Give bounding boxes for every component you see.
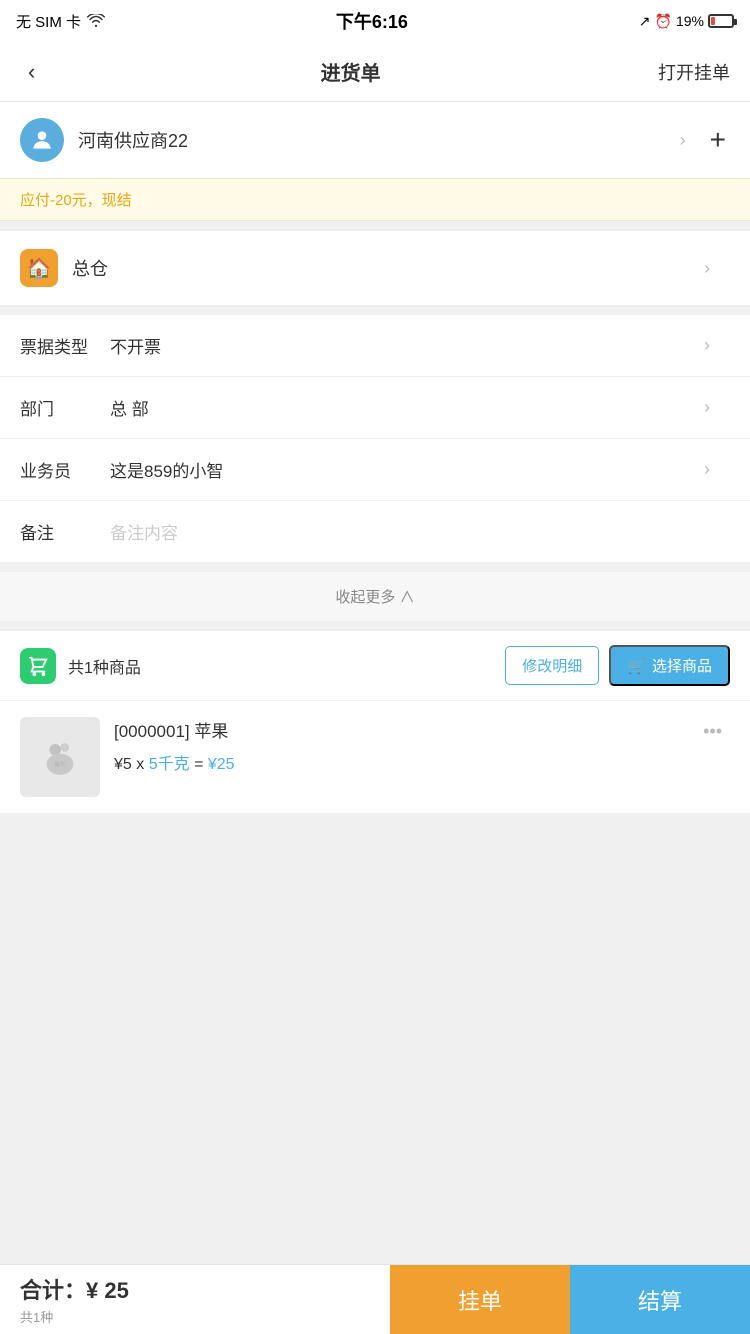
total-value: ¥25 [208, 756, 235, 773]
supplier-avatar [20, 118, 64, 162]
edit-detail-button[interactable]: 修改明细 [505, 646, 599, 685]
salesperson-value: 这是859的小智 [110, 457, 704, 482]
content: 河南供应商22 › + 应付-20元，现结 🏠 总仓 › 票据类型 不开票 › … [0, 102, 750, 893]
status-left: 无 SIM 卡 [16, 11, 105, 32]
price-value: ¥5 [114, 756, 132, 773]
alarm-icon: ⏰ [655, 13, 672, 30]
status-bar: 无 SIM 卡 下午6:16 ↗ ⏰ 19% [0, 0, 750, 42]
price-multiply: x [136, 756, 148, 773]
total-label: 合计： [20, 1278, 86, 1303]
location-icon: ↗ [639, 13, 651, 30]
price-equals: = [194, 756, 208, 773]
status-right: ↗ ⏰ 19% [639, 13, 734, 30]
remark-input[interactable]: 备注内容 [110, 519, 730, 544]
invoice-label: 票据类型 [20, 333, 110, 358]
warehouse-card: 🏠 总仓 › [0, 231, 750, 305]
invoice-value: 不开票 [110, 333, 704, 358]
department-value: 总 部 [110, 395, 704, 420]
invoice-chevron-icon: › [704, 335, 710, 356]
footer-total-sub: 共1种 [20, 1307, 370, 1326]
supplier-name: 河南供应商22 [78, 127, 680, 153]
select-product-icon: 🛒 [627, 657, 646, 675]
footer: 合计：¥ 25 共1种 挂单 结算 [0, 1264, 750, 1334]
footer-total-main: 合计：¥ 25 [20, 1273, 370, 1305]
salesperson-label: 业务员 [20, 457, 110, 482]
product-price: ¥5 x 5千克 = ¥25 [114, 750, 681, 774]
total-amount: ¥ 25 [86, 1278, 129, 1303]
open-hang-button[interactable]: 打开挂单 [658, 59, 730, 85]
hang-button[interactable]: 挂单 [390, 1265, 570, 1334]
product-thumb-icon: 鲁牛 [36, 733, 84, 781]
supplier-chevron-icon: › [680, 130, 686, 151]
department-chevron-icon: › [704, 397, 710, 418]
warehouse-name: 总仓 [72, 255, 704, 281]
product-menu-button[interactable]: ••• [695, 717, 730, 746]
product-thumbnail: 鲁牛 [20, 717, 100, 797]
carrier-text: 无 SIM 卡 [16, 11, 81, 32]
add-button[interactable]: + [706, 124, 730, 156]
back-button[interactable]: ‹ [20, 51, 43, 93]
products-icon [20, 648, 56, 684]
cart-icon [27, 655, 49, 677]
warehouse-chevron-icon: › [704, 258, 710, 279]
warehouse-row[interactable]: 🏠 总仓 › [0, 231, 750, 305]
product-info: [0000001] 苹果 ¥5 x 5千克 = ¥25 [114, 717, 681, 774]
invoice-row[interactable]: 票据类型 不开票 › [0, 315, 750, 377]
supplier-row[interactable]: 河南供应商22 › + [0, 102, 750, 178]
user-icon [29, 127, 55, 153]
footer-total: 合计：¥ 25 共1种 [0, 1265, 390, 1334]
remark-label: 备注 [20, 519, 110, 544]
products-header: 共1种商品 修改明细 🛒 选择商品 [0, 631, 750, 700]
form-card: 票据类型 不开票 › 部门 总 部 › 业务员 这是859的小智 › 备注 备注… [0, 315, 750, 562]
status-time: 下午6:16 [336, 8, 408, 34]
wifi-icon [87, 14, 105, 28]
product-title-name: 苹果 [194, 722, 228, 741]
warehouse-icon: 🏠 [20, 249, 58, 287]
quantity-value: 5千克 [149, 756, 190, 773]
warehouse-emoji: 🏠 [27, 256, 52, 281]
supplier-warning: 应付-20元，现结 [0, 178, 750, 221]
page-title: 进货单 [321, 57, 381, 86]
products-count: 共1种商品 [68, 654, 505, 678]
product-item: 鲁牛 [0000001] 苹果 ¥5 x 5千克 = ¥25 ••• [0, 701, 750, 813]
settle-button[interactable]: 结算 [570, 1265, 750, 1334]
select-product-button[interactable]: 🛒 选择商品 [609, 645, 730, 686]
salesperson-row[interactable]: 业务员 这是859的小智 › [0, 439, 750, 501]
product-name: [0000001] 苹果 [114, 717, 681, 742]
salesperson-chevron-icon: › [704, 459, 710, 480]
product-code: [0000001] [114, 722, 190, 741]
select-product-label: 选择商品 [652, 655, 712, 676]
battery-percent: 19% [676, 13, 704, 29]
supplier-card: 河南供应商22 › + 应付-20元，现结 [0, 102, 750, 221]
department-row[interactable]: 部门 总 部 › [0, 377, 750, 439]
collapse-button[interactable]: 收起更多 ∧ [0, 572, 750, 621]
department-label: 部门 [20, 395, 110, 420]
nav-bar: ‹ 进货单 打开挂单 [0, 42, 750, 102]
remark-row[interactable]: 备注 备注内容 [0, 501, 750, 562]
battery-icon [708, 14, 734, 28]
